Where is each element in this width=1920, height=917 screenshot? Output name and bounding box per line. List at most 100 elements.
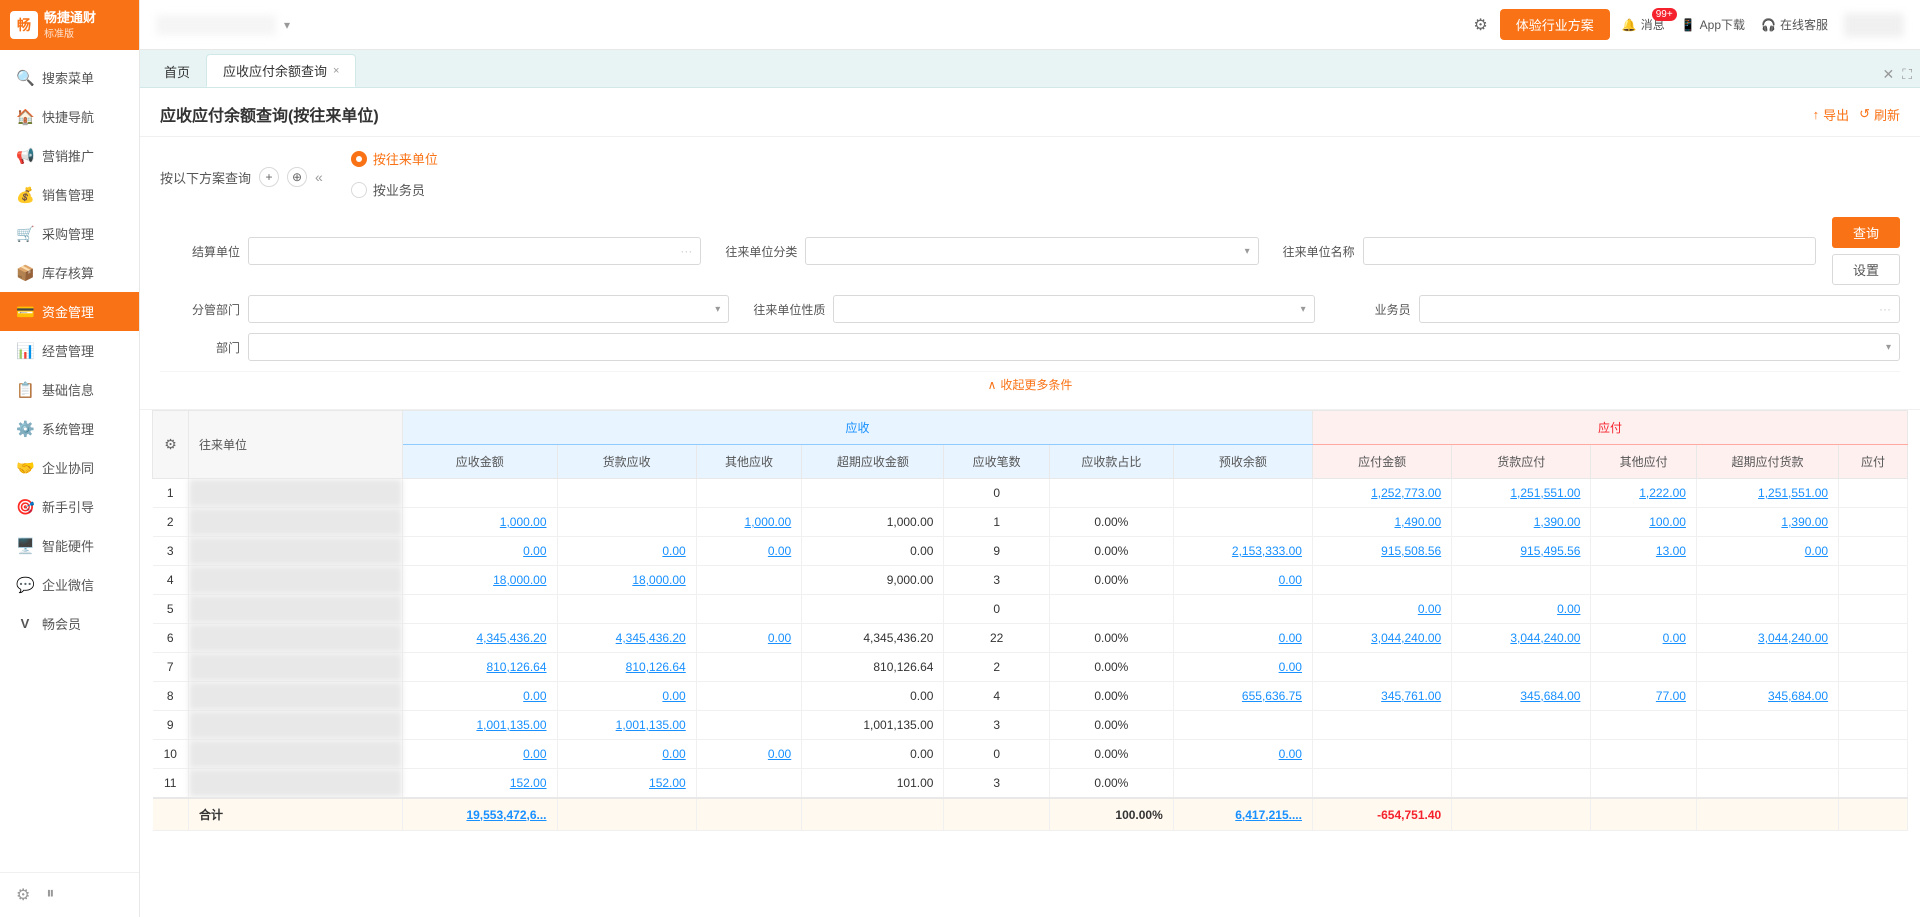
table-cell[interactable] bbox=[1312, 740, 1451, 769]
tab-ar-ap-query[interactable]: 应收应付余额查询 × bbox=[206, 54, 356, 87]
sidebar-item-marketing[interactable]: 📢 营销推广 bbox=[0, 136, 139, 175]
partner-name-input[interactable] bbox=[1363, 237, 1816, 265]
table-cell[interactable]: 3,044,240.00 bbox=[1696, 624, 1838, 653]
table-cell[interactable] bbox=[696, 769, 802, 799]
table-cell[interactable]: 1,390.00 bbox=[1452, 508, 1591, 537]
table-cell[interactable] bbox=[557, 595, 696, 624]
table-cell[interactable]: 1,000.00 bbox=[403, 508, 558, 537]
collapse-footer-icon[interactable]: ⏸ bbox=[46, 885, 54, 905]
sidebar-item-search[interactable]: 🔍 搜索菜单 bbox=[0, 58, 139, 97]
table-cell[interactable] bbox=[1591, 769, 1697, 799]
sidebar-item-guide[interactable]: 🎯 新手引导 bbox=[0, 487, 139, 526]
table-cell[interactable]: 100.00 bbox=[1591, 508, 1697, 537]
table-cell[interactable] bbox=[1452, 740, 1591, 769]
table-cell[interactable]: 152.00 bbox=[557, 769, 696, 799]
table-cell[interactable]: 1,001,135.00 bbox=[403, 711, 558, 740]
table-cell[interactable] bbox=[696, 566, 802, 595]
tab-home[interactable]: 首页 bbox=[148, 56, 206, 87]
sidebar-item-finance[interactable]: 💳 资金管理 bbox=[0, 292, 139, 331]
table-cell[interactable]: 13.00 bbox=[1591, 537, 1697, 566]
table-cell[interactable] bbox=[696, 711, 802, 740]
table-settings-icon[interactable]: ⚙ bbox=[164, 436, 177, 452]
table-cell[interactable]: 3,044,240.00 bbox=[1452, 624, 1591, 653]
table-cell[interactable] bbox=[696, 479, 802, 508]
th-settings[interactable]: ⚙ bbox=[153, 411, 189, 479]
sidebar-item-basic[interactable]: 📋 基础信息 bbox=[0, 370, 139, 409]
table-cell[interactable] bbox=[403, 595, 558, 624]
table-cell[interactable] bbox=[1312, 769, 1451, 799]
filter-group-option-salesman[interactable]: 按业务员 bbox=[351, 180, 438, 199]
table-cell[interactable] bbox=[1591, 740, 1697, 769]
sidebar-item-system[interactable]: ⚙️ 系统管理 bbox=[0, 409, 139, 448]
query-button[interactable]: 查询 bbox=[1832, 217, 1900, 248]
table-cell[interactable]: 345,761.00 bbox=[1312, 682, 1451, 711]
table-cell[interactable]: 18,000.00 bbox=[403, 566, 558, 595]
table-cell[interactable]: 915,508.56 bbox=[1312, 537, 1451, 566]
user-avatar[interactable] bbox=[1844, 13, 1904, 37]
table-cell[interactable]: 1,490.00 bbox=[1312, 508, 1451, 537]
table-cell[interactable] bbox=[1696, 711, 1838, 740]
tab-close-icon[interactable]: × bbox=[333, 65, 339, 77]
table-cell[interactable] bbox=[1591, 595, 1697, 624]
table-cell[interactable] bbox=[1312, 566, 1451, 595]
table-cell[interactable]: 0.00 bbox=[696, 624, 802, 653]
sidebar-item-collab[interactable]: 🤝 企业协同 bbox=[0, 448, 139, 487]
sidebar-item-management[interactable]: 📊 经营管理 bbox=[0, 331, 139, 370]
table-cell[interactable]: 4,345,436.20 bbox=[403, 624, 558, 653]
table-cell[interactable]: 915,495.56 bbox=[1452, 537, 1591, 566]
table-cell[interactable] bbox=[1696, 595, 1838, 624]
message-button[interactable]: 🔔 消息 99+ bbox=[1622, 16, 1665, 33]
table-cell[interactable]: 0.00 bbox=[1312, 595, 1451, 624]
table-cell[interactable] bbox=[1696, 740, 1838, 769]
table-cell[interactable] bbox=[1173, 769, 1312, 799]
sidebar-item-hardware[interactable]: 🖥️ 智能硬件 bbox=[0, 526, 139, 565]
table-cell[interactable] bbox=[1312, 711, 1451, 740]
salesman-input[interactable]: ··· bbox=[1419, 295, 1900, 323]
settings-footer-icon[interactable]: ⚙ bbox=[16, 885, 30, 905]
filter-more-button[interactable]: ∧ 收起更多条件 bbox=[160, 371, 1900, 397]
online-service-button[interactable]: 🎧 在线客服 bbox=[1761, 16, 1828, 33]
gear-icon[interactable]: ⚙ bbox=[1473, 15, 1487, 35]
table-cell[interactable]: 77.00 bbox=[1591, 682, 1697, 711]
table-cell[interactable]: 0.00 bbox=[557, 682, 696, 711]
table-cell[interactable]: 655,636.75 bbox=[1173, 682, 1312, 711]
table-cell[interactable] bbox=[557, 508, 696, 537]
table-cell[interactable]: 1,251,551.00 bbox=[1696, 479, 1838, 508]
footer-ar-amount[interactable]: 19,553,472,6... bbox=[403, 798, 558, 831]
table-cell[interactable] bbox=[1591, 711, 1697, 740]
table-cell[interactable] bbox=[1452, 711, 1591, 740]
table-cell[interactable] bbox=[1173, 711, 1312, 740]
export-button[interactable]: ↑ 导出 bbox=[1813, 105, 1850, 124]
table-cell[interactable] bbox=[696, 682, 802, 711]
table-cell[interactable] bbox=[696, 595, 802, 624]
sidebar-item-sales[interactable]: 💰 销售管理 bbox=[0, 175, 139, 214]
table-cell[interactable]: 0.00 bbox=[1173, 653, 1312, 682]
tab-close-button[interactable]: ✕ bbox=[1882, 66, 1894, 83]
table-cell[interactable]: 3,044,240.00 bbox=[1312, 624, 1451, 653]
partner-nature-select[interactable]: ▾ bbox=[833, 295, 1314, 323]
table-cell[interactable] bbox=[1452, 653, 1591, 682]
table-cell[interactable] bbox=[1452, 566, 1591, 595]
sidebar-item-vip[interactable]: V 畅会员 bbox=[0, 604, 139, 643]
table-cell[interactable]: 2,153,333.00 bbox=[1173, 537, 1312, 566]
table-cell[interactable] bbox=[1452, 769, 1591, 799]
table-cell[interactable] bbox=[1696, 566, 1838, 595]
table-cell[interactable] bbox=[1591, 566, 1697, 595]
footer-prepay[interactable]: 6,417,215.... bbox=[1173, 798, 1312, 831]
table-cell[interactable] bbox=[1591, 653, 1697, 682]
partner-category-select[interactable]: ▾ bbox=[805, 237, 1258, 265]
dept-select[interactable]: ▾ bbox=[248, 295, 729, 323]
table-cell[interactable] bbox=[1696, 653, 1838, 682]
table-cell[interactable] bbox=[1696, 769, 1838, 799]
app-download-button[interactable]: 📱 App下载 bbox=[1681, 16, 1745, 33]
solution-button[interactable]: 体验行业方案 bbox=[1500, 9, 1610, 40]
table-cell[interactable]: 0.00 bbox=[403, 740, 558, 769]
tab-expand-button[interactable]: ⛶ bbox=[1902, 66, 1912, 83]
table-cell[interactable] bbox=[557, 479, 696, 508]
table-cell[interactable]: 1,222.00 bbox=[1591, 479, 1697, 508]
table-cell[interactable]: 0.00 bbox=[403, 537, 558, 566]
filter-target-button[interactable]: ⊕ bbox=[287, 167, 307, 187]
table-cell[interactable]: 1,001,135.00 bbox=[557, 711, 696, 740]
table-cell[interactable] bbox=[696, 653, 802, 682]
table-cell[interactable]: 345,684.00 bbox=[1696, 682, 1838, 711]
